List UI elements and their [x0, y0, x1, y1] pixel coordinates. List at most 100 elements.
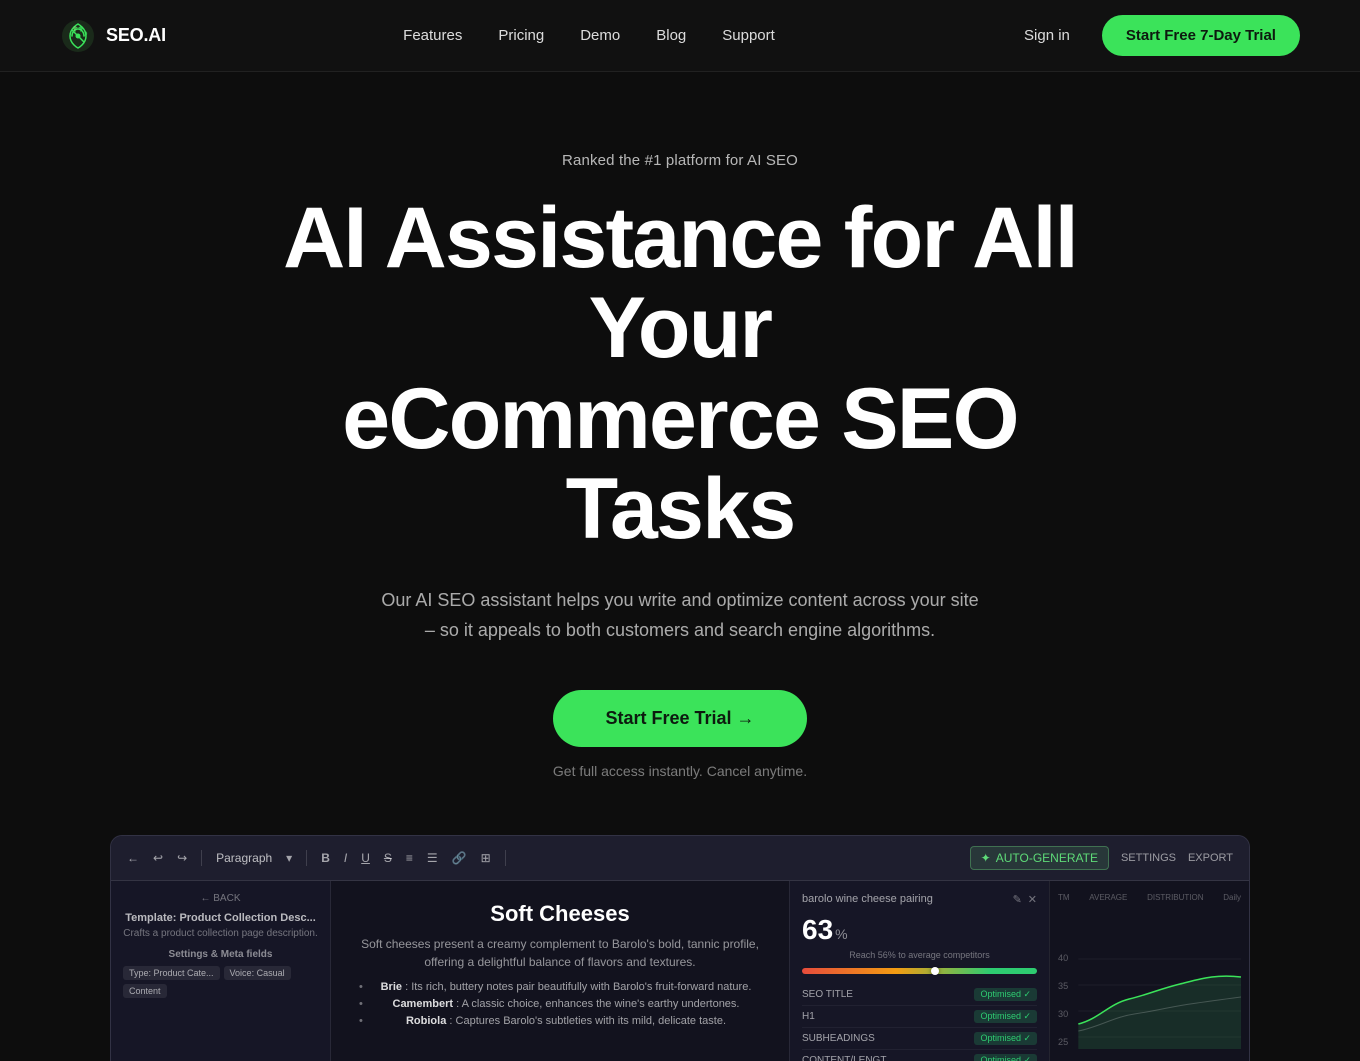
editor-seo-panel: barolo wine cheese pairing ✎ ✕ 63 % Reac…	[789, 881, 1049, 1061]
svg-text:25: 25	[1058, 1037, 1068, 1047]
hero-title-line2: eCommerce SEO Tasks	[342, 371, 1018, 557]
seo-score-display: 63 %	[802, 914, 1037, 946]
seo-check-status-2: Optimised ✓	[974, 1032, 1037, 1045]
seo-check-1: H1 Optimised ✓	[802, 1006, 1037, 1028]
toolbar-divider-3	[505, 850, 506, 866]
nav-demo[interactable]: Demo	[580, 27, 620, 44]
nav-pricing[interactable]: Pricing	[498, 27, 544, 44]
svg-text:40: 40	[1058, 953, 1068, 963]
list-item-1: Camembert : A classic choice, enhances t…	[359, 998, 761, 1010]
hero-subtitle: Our AI SEO assistant helps you write and…	[380, 586, 980, 645]
seo-score-number: 63	[802, 914, 833, 946]
nav-blog[interactable]: Blog	[656, 27, 686, 44]
editor-toolbar: ← ↩ ↪ Paragraph ▾ B I U S ≡ ☰ 🔗 ⊞ ✦ AUTO…	[111, 836, 1249, 881]
toolbar-underline[interactable]: U	[361, 851, 370, 865]
editor-main: Soft Cheeses Soft cheeses present a crea…	[331, 881, 789, 1061]
seo-check-status-1: Optimised ✓	[974, 1010, 1037, 1023]
sidebar-section-label: Settings & Meta fields	[123, 949, 318, 960]
seo-checklist: SEO TITLE Optimised ✓ H1 Optimised ✓ SUB…	[802, 984, 1037, 1061]
seo-edit-icons: ✎ ✕	[1013, 893, 1037, 906]
svg-text:30: 30	[1058, 1009, 1068, 1019]
dashboard-preview: ← ↩ ↪ Paragraph ▾ B I U S ≡ ☰ 🔗 ⊞ ✦ AUTO…	[110, 835, 1250, 1061]
list-item-name-1: Camembert	[393, 998, 454, 1010]
toolbar-list-ul[interactable]: ≡	[406, 851, 413, 865]
toolbar-right: ✦ AUTO-GENERATE SETTINGS EXPORT	[970, 846, 1233, 870]
toolbar-divider-1	[201, 850, 202, 866]
chart-svg: 40 35 30 25	[1058, 949, 1241, 1049]
edit-icon[interactable]: ✎	[1013, 893, 1022, 906]
nav-links: Features Pricing Demo Blog Support	[403, 27, 775, 45]
svg-text:35: 35	[1058, 981, 1068, 991]
toolbar-italic[interactable]: I	[344, 851, 347, 865]
chart-label-tm: TM	[1058, 893, 1070, 902]
editor-area: ← BACK Template: Product Collection Desc…	[111, 881, 1249, 1061]
list-item-desc-0: : Its rich, buttery notes pair beautiful…	[405, 981, 751, 993]
toolbar-back[interactable]: ←	[127, 851, 139, 865]
sidebar-template-desc: Crafts a product collection page descrip…	[123, 928, 318, 939]
seo-check-label-0: SEO TITLE	[802, 989, 853, 1000]
list-item-desc-2: : Captures Barolo's subtleties with its …	[449, 1015, 726, 1027]
editor-content-title: Soft Cheeses	[359, 901, 761, 927]
seo-score-note: Reach 56% to average competitors	[802, 950, 1037, 960]
chart-column: TM AVERAGE DISTRIBUTION Daily 40 35 30 2…	[1049, 881, 1249, 1061]
hero-cta-note: Get full access instantly. Cancel anytim…	[553, 763, 807, 779]
toolbar-list-ol[interactable]: ☰	[427, 851, 438, 865]
autogen-button[interactable]: ✦ AUTO-GENERATE	[970, 846, 1109, 870]
toolbar-undo[interactable]: ↩	[153, 851, 163, 865]
seo-score-header: barolo wine cheese pairing ✎ ✕	[802, 893, 1037, 906]
chart-label-avg: AVERAGE	[1089, 893, 1127, 902]
sidebar-back-link[interactable]: ← BACK	[123, 893, 318, 904]
list-item-0: Brie : Its rich, buttery notes pair beau…	[359, 981, 761, 993]
sign-in-button[interactable]: Sign in	[1012, 19, 1082, 52]
sidebar-tag-1: Voice: Casual	[224, 966, 291, 980]
list-item-2: Robiola : Captures Barolo's subtleties w…	[359, 1015, 761, 1027]
list-item-name-0: Brie	[381, 981, 402, 993]
sidebar-tags: Type: Product Cate... Voice: Casual Cont…	[123, 966, 318, 998]
logo-text: SEO.AI	[106, 25, 166, 46]
toolbar-redo[interactable]: ↪	[177, 851, 187, 865]
autogen-label: AUTO-GENERATE	[996, 851, 1098, 865]
seo-check-status-3: Optimised ✓	[974, 1054, 1037, 1061]
seo-score-suffix: %	[835, 926, 847, 942]
toolbar-settings[interactable]: SETTINGS	[1121, 846, 1176, 870]
seo-keyword: barolo wine cheese pairing	[802, 893, 933, 905]
sidebar-template-title: Template: Product Collection Desc...	[123, 912, 318, 924]
nav-right: Sign in Start Free 7-Day Trial	[1012, 15, 1300, 56]
toolbar-divider-2	[306, 850, 307, 866]
seo-check-2: SUBHEADINGS Optimised ✓	[802, 1028, 1037, 1050]
editor-left-sidebar: ← BACK Template: Product Collection Desc…	[111, 881, 331, 1061]
seo-check-status-0: Optimised ✓	[974, 988, 1037, 1001]
editor-content-intro: Soft cheeses present a creamy complement…	[359, 935, 761, 971]
score-bar-indicator	[931, 967, 939, 975]
hero-badge: Ranked the #1 platform for AI SEO	[562, 152, 798, 169]
seo-check-0: SEO TITLE Optimised ✓	[802, 984, 1037, 1006]
toolbar-strikethrough[interactable]: S	[384, 851, 392, 865]
toolbar-table[interactable]: ⊞	[481, 851, 491, 865]
autogen-icon: ✦	[981, 851, 991, 865]
nav-support[interactable]: Support	[722, 27, 775, 44]
sidebar-tag-2: Content	[123, 984, 167, 998]
editor-list: Brie : Its rich, buttery notes pair beau…	[359, 981, 761, 1027]
hero-title-line1: AI Assistance for All Your	[283, 190, 1077, 376]
logo-icon	[60, 18, 96, 54]
toolbar-bold[interactable]: B	[321, 851, 330, 865]
toolbar-paragraph[interactable]: Paragraph	[216, 851, 272, 865]
sidebar-tag-0: Type: Product Cate...	[123, 966, 220, 980]
toolbar-chevron[interactable]: ▾	[286, 851, 292, 865]
navbar: SEO.AI Features Pricing Demo Blog Suppor…	[0, 0, 1360, 72]
nav-features[interactable]: Features	[403, 27, 462, 44]
seo-check-3: CONTENT/LENGT... Optimised ✓	[802, 1050, 1037, 1061]
list-item-desc-1: : A classic choice, enhances the wine's …	[456, 998, 739, 1010]
chart-label-daily: Daily	[1223, 893, 1241, 902]
seo-check-label-1: H1	[802, 1011, 815, 1022]
hero-title: AI Assistance for All Your eCommerce SEO…	[230, 193, 1130, 554]
toolbar-link[interactable]: 🔗	[452, 851, 467, 865]
hero-section: Ranked the #1 platform for AI SEO AI Ass…	[0, 72, 1360, 1061]
logo[interactable]: SEO.AI	[60, 18, 166, 54]
score-bar	[802, 968, 1037, 974]
toolbar-export[interactable]: EXPORT	[1188, 846, 1233, 870]
close-icon[interactable]: ✕	[1028, 893, 1037, 906]
nav-trial-button[interactable]: Start Free 7-Day Trial	[1102, 15, 1300, 56]
hero-cta-button[interactable]: Start Free Trial →	[553, 690, 806, 747]
seo-check-label-2: SUBHEADINGS	[802, 1033, 875, 1044]
